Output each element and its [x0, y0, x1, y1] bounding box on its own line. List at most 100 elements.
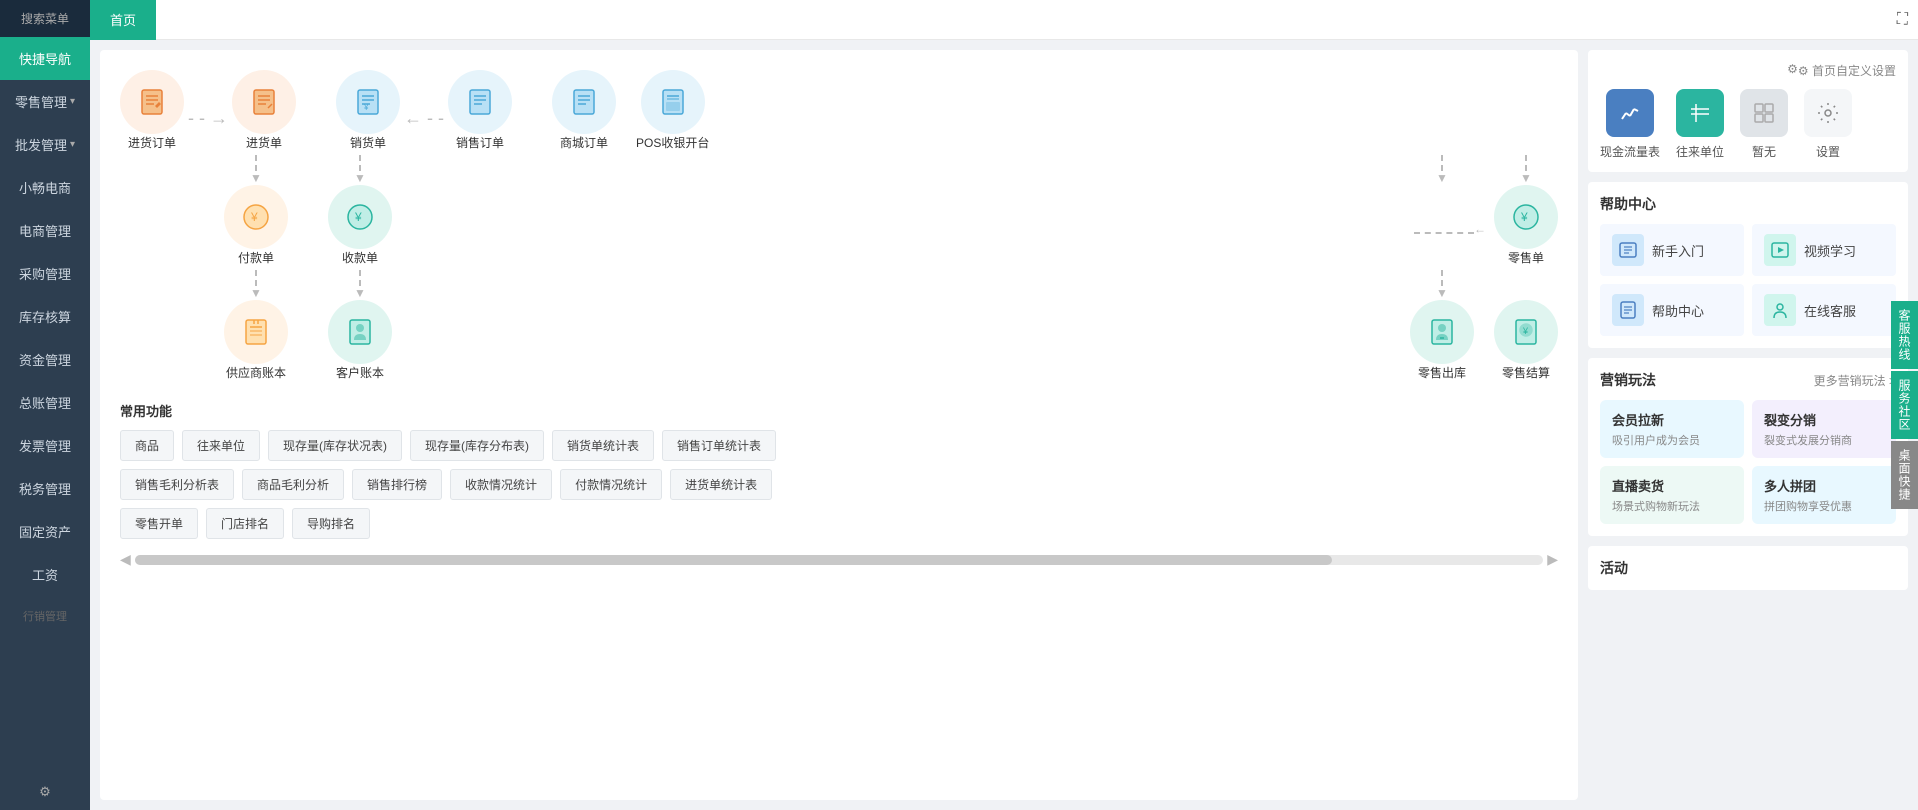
sidebar-item-general-ledger[interactable]: 总账管理: [0, 381, 90, 424]
contacts-icon: [1676, 89, 1724, 137]
func-btn-inventory-status[interactable]: 现存量(库存状况表): [268, 430, 402, 461]
home-tab[interactable]: 首页: [90, 0, 156, 40]
activity-section: 活动: [1588, 546, 1908, 590]
flow-node-customer-account[interactable]: 客户账本: [328, 300, 392, 381]
svg-text:¥: ¥: [250, 210, 258, 224]
help-item-video[interactable]: 视频学习: [1752, 224, 1896, 276]
sidebar-item-tax[interactable]: 税务管理: [0, 467, 90, 510]
marketing-section: 营销玩法 更多营销玩法 > 会员拉新 吸引用户成为会员 裂变分销 裂变式发展分销…: [1588, 358, 1908, 536]
marketing-item-split[interactable]: 裂变分销 裂变式发展分销商: [1752, 400, 1896, 458]
flow-diagram: 进货订单 - - →: [120, 70, 1558, 381]
marketing-item-desc: 吸引用户成为会员: [1612, 432, 1732, 448]
sidebar-item-wholesale[interactable]: 批发管理 ▾: [0, 123, 90, 166]
scroll-right-button[interactable]: ▶: [1547, 551, 1558, 568]
scroll-left-button[interactable]: ◀: [120, 551, 131, 568]
qa-label: 设置: [1816, 143, 1840, 160]
qa-item-cash-flow[interactable]: 现金流量表: [1600, 89, 1660, 160]
marketing-item-group[interactable]: 多人拼团 拼团购物享受优惠: [1752, 466, 1896, 524]
func-btn-sales-order-stats[interactable]: 销售订单统计表: [662, 430, 776, 461]
help-item-online-service[interactable]: 在线客服: [1752, 284, 1896, 336]
func-btn-receipt-stats[interactable]: 收款情况统计: [450, 469, 552, 500]
cash-flow-icon: [1606, 89, 1654, 137]
node-label: 零售结算: [1502, 364, 1550, 381]
sidebar-item-purchase[interactable]: 采购管理: [0, 252, 90, 295]
sidebar-item-label: 小畅电商: [19, 178, 71, 197]
func-btn-contacts[interactable]: 往来单位: [182, 430, 260, 461]
func-btn-sales-rank[interactable]: 销售排行榜: [352, 469, 442, 500]
flow-node-sales-order[interactable]: 销售订单: [448, 70, 512, 151]
sidebar-item-xiaochang[interactable]: 小畅电商: [0, 166, 90, 209]
qa-label: 现金流量表: [1600, 143, 1660, 160]
flow-node-purchase-receipt[interactable]: 进货单: [232, 70, 296, 151]
quick-access-section: ⚙ ⚙ 首页自定义设置: [1588, 50, 1908, 172]
common-functions-title: 常用功能: [120, 401, 1558, 420]
help-item-label: 新手入门: [1652, 241, 1704, 260]
func-btn-purchase-stats[interactable]: 进货单统计表: [670, 469, 772, 500]
func-btn-guide-rank[interactable]: 导购排名: [292, 508, 370, 539]
func-btn-goods[interactable]: 商品: [120, 430, 174, 461]
func-buttons-row3: 零售开单 门店排名 导购排名: [120, 508, 1558, 539]
sidebar-item-label: 行销管理: [23, 608, 67, 624]
flow-node-receipt-voucher[interactable]: ¥ 收款单: [328, 185, 392, 266]
flow-node-retail-settlement[interactable]: ¥ 零售结算: [1494, 300, 1558, 381]
help-item-label: 视频学习: [1804, 241, 1856, 260]
scroll-track[interactable]: [135, 555, 1543, 565]
marketing-item-live[interactable]: 直播卖货 场景式购物新玩法: [1600, 466, 1744, 524]
flow-node-payment-voucher[interactable]: ¥ 付款单: [224, 185, 288, 266]
flow-node-sales-receipt[interactable]: ¥ 销货单: [336, 70, 400, 151]
node-label: 销货单: [350, 134, 386, 151]
func-btn-goods-gross[interactable]: 商品毛利分析: [242, 469, 344, 500]
func-btn-sales-gross[interactable]: 销售毛利分析表: [120, 469, 234, 500]
sidebar-item-inventory[interactable]: 库存核算: [0, 295, 90, 338]
homepage-customize-button[interactable]: ⚙ ⚙ 首页自定义设置: [1600, 62, 1896, 79]
help-item-beginner[interactable]: 新手入门: [1600, 224, 1744, 276]
marketing-item-member[interactable]: 会员拉新 吸引用户成为会员: [1600, 400, 1744, 458]
flow-node-supplier-account[interactable]: 供应商账本: [224, 300, 288, 381]
sidebar-item-label: 工资: [32, 565, 58, 584]
activity-title: 活动: [1600, 558, 1896, 578]
node-label: 零售出库: [1418, 364, 1466, 381]
help-item-help[interactable]: 帮助中心: [1600, 284, 1744, 336]
gear-icon: ⚙: [39, 784, 51, 799]
float-community[interactable]: 服务社区: [1891, 371, 1918, 439]
func-btn-store-rank[interactable]: 门店排名: [206, 508, 284, 539]
sidebar-item-salary[interactable]: 工资: [0, 553, 90, 596]
node-label: 销售订单: [456, 134, 504, 151]
flow-node-pos[interactable]: POS收银开台: [636, 70, 709, 151]
sidebar-search[interactable]: 搜索菜单: [0, 0, 90, 37]
scroll-thumb[interactable]: [135, 555, 1332, 565]
flow-node-retail-order[interactable]: ¥ 零售单: [1494, 185, 1558, 266]
float-customer-service[interactable]: 客服热线: [1891, 301, 1918, 369]
online-service-icon: [1764, 294, 1796, 326]
help-item-label: 在线客服: [1804, 301, 1856, 320]
flow-node-retail-outbound[interactable]: 零售出库: [1410, 300, 1474, 381]
func-buttons-row1: 商品 往来单位 现存量(库存状况表) 现存量(库存分布表) 销货单统计表 销售订…: [120, 430, 1558, 461]
qa-item-settings[interactable]: 设置: [1804, 89, 1852, 160]
func-btn-retail-order[interactable]: 零售开单: [120, 508, 198, 539]
sidebar-item-more[interactable]: 行销管理: [0, 596, 90, 636]
func-buttons-row2: 销售毛利分析表 商品毛利分析 销售排行榜 收款情况统计 付款情况统计 进货单统计…: [120, 469, 1558, 500]
func-btn-inventory-dist[interactable]: 现存量(库存分布表): [410, 430, 544, 461]
qa-item-none[interactable]: 暂无: [1740, 89, 1788, 160]
func-btn-sales-stats[interactable]: 销货单统计表: [552, 430, 654, 461]
sidebar-item-ecommerce[interactable]: 电商管理: [0, 209, 90, 252]
sidebar-item-fixed-assets[interactable]: 固定资产: [0, 510, 90, 553]
expand-button[interactable]: ⛶: [1887, 11, 1918, 29]
qa-item-contacts[interactable]: 往来单位: [1676, 89, 1724, 160]
horizontal-scrollbar[interactable]: ◀ ▶: [120, 551, 1558, 568]
sidebar-item-label: 固定资产: [19, 522, 71, 541]
flow-node-mall-order[interactable]: 商城订单: [552, 70, 616, 151]
node-label: 商城订单: [560, 134, 608, 151]
flow-node-purchase-order[interactable]: 进货订单: [120, 70, 184, 151]
sidebar-item-retail[interactable]: 零售管理 ▾: [0, 80, 90, 123]
help-grid: 新手入门 视频学习: [1600, 224, 1896, 336]
marketing-more-button[interactable]: 更多营销玩法 >: [1814, 372, 1896, 389]
sidebar-item-finance[interactable]: 资金管理: [0, 338, 90, 381]
sidebar-item-label: 库存核算: [19, 307, 71, 326]
sidebar-item-invoice[interactable]: 发票管理: [0, 424, 90, 467]
sidebar-item-quick-nav[interactable]: 快捷导航: [0, 37, 90, 80]
func-btn-payment-stats[interactable]: 付款情况统计: [560, 469, 662, 500]
sidebar-settings-button[interactable]: ⚙: [0, 774, 90, 810]
marketing-item-title: 直播卖货: [1612, 476, 1732, 495]
float-desktop[interactable]: 桌面快捷: [1891, 441, 1918, 509]
